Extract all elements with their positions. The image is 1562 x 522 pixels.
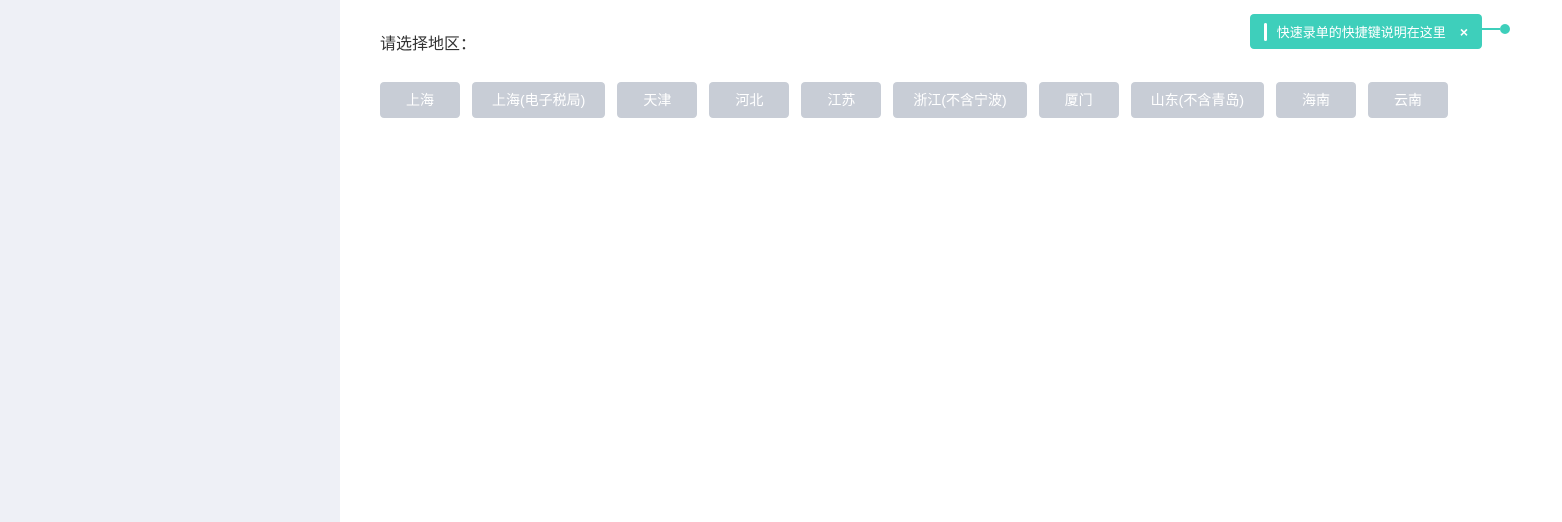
region-button-shanghai[interactable]: 上海: [380, 82, 460, 118]
region-button-shandong[interactable]: 山东(不含青岛): [1131, 82, 1264, 118]
main-content: 请选择地区： 上海上海(电子税局)天津河北江苏浙江(不含宁波)厦门山东(不含青岛…: [340, 0, 1562, 522]
tooltip-text: 快速录单的快捷键说明在这里: [1277, 22, 1446, 41]
region-button-hebei[interactable]: 河北: [709, 82, 789, 118]
tooltip-close-button[interactable]: ×: [1456, 24, 1468, 40]
tooltip-connector-dot: [1500, 24, 1510, 34]
tooltip-banner: 快速录单的快捷键说明在这里 ×: [1250, 14, 1482, 49]
region-button-yunnan[interactable]: 云南: [1368, 82, 1448, 118]
region-button-jiangsu[interactable]: 江苏: [801, 82, 881, 118]
region-button-hainan[interactable]: 海南: [1276, 82, 1356, 118]
region-buttons: 上海上海(电子税局) 天津河北江苏浙江(不含宁波) 厦门山东(不含青岛) 海南云南: [380, 82, 1522, 118]
region-button-xiamen[interactable]: 厦门: [1039, 82, 1119, 118]
region-button-zhejiang[interactable]: 浙江(不含宁波): [893, 82, 1026, 118]
tooltip-connector-line: [1480, 28, 1500, 30]
tooltip-bar: [1264, 23, 1267, 41]
region-button-tianjin[interactable]: 天津: [617, 82, 697, 118]
sidebar: [0, 0, 340, 522]
region-button-shanghai-etax[interactable]: 上海(电子税局): [472, 82, 605, 118]
